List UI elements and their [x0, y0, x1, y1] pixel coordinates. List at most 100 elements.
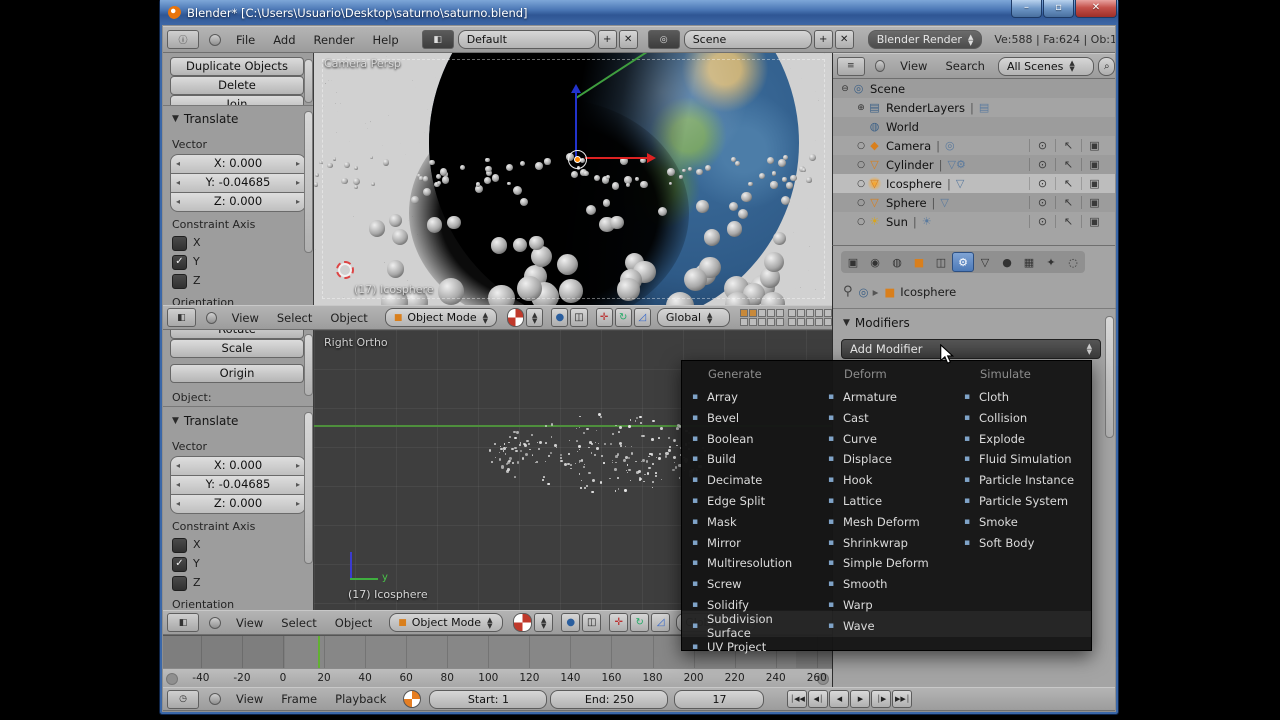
render-toggle-icon[interactable]: ▣	[1081, 215, 1107, 228]
constraint-axis-checkbox-x[interactable]	[172, 538, 187, 553]
layer-cell[interactable]	[824, 309, 833, 317]
expand-icon[interactable]: ⊖	[839, 84, 851, 94]
expand-icon[interactable]: ⊕	[855, 103, 867, 113]
render-toggle-icon[interactable]: ▣	[1081, 177, 1107, 190]
menu-item-simple-deform[interactable]: ▪ Simple Deform	[828, 553, 956, 573]
manipulator-z-arrowhead[interactable]	[571, 84, 581, 93]
visibility-eye-icon[interactable]: ⊙	[1029, 215, 1055, 228]
menu-item-curve[interactable]: ▪ Curve	[828, 429, 956, 449]
properties-tab-render[interactable]: ▣	[842, 252, 864, 272]
menu-item-boolean[interactable]: ▪ Boolean	[692, 429, 820, 449]
menu-frame[interactable]: Frame	[281, 692, 317, 706]
properties-tab-scene[interactable]: ◉	[864, 252, 886, 272]
editor-type-3dview-icon[interactable]: ◧	[167, 613, 199, 632]
manipulator-x-arrowhead[interactable]	[647, 153, 656, 163]
header-collapse-dot[interactable]	[209, 616, 221, 629]
menu-item-build[interactable]: ▪ Build	[692, 449, 820, 469]
layer-cell[interactable]	[758, 318, 767, 326]
menu-view[interactable]: View	[236, 616, 263, 630]
manipulator-scale-icon[interactable]: ◿	[633, 308, 651, 327]
add-scene-button[interactable]: +	[813, 30, 833, 49]
manipulator-translate-icon[interactable]: ✛	[609, 613, 629, 632]
editor-type-info-icon[interactable]: ⓘ	[167, 30, 199, 49]
header-collapse-dot[interactable]	[205, 311, 217, 324]
screen-layout-icon[interactable]: ◧	[421, 30, 454, 49]
menu-render[interactable]: Render	[314, 33, 355, 47]
selectability-arrow-icon[interactable]: ↖	[1055, 215, 1081, 228]
selectability-arrow-icon[interactable]: ↖	[1055, 196, 1081, 209]
screen-layout-selector[interactable]: Default	[457, 30, 596, 49]
properties-tab-world[interactable]: ◍	[886, 252, 908, 272]
delete-scene-button[interactable]: ✕	[834, 30, 854, 49]
menu-item-multiresolution[interactable]: ▪ Multiresolution	[692, 553, 820, 573]
constraint-axis-checkbox-z[interactable]	[172, 274, 187, 289]
shelf-scrollbar[interactable]	[304, 334, 313, 396]
header-collapse-dot[interactable]	[209, 693, 221, 705]
menu-item-smooth[interactable]: ▪ Smooth	[828, 574, 956, 594]
menu-file[interactable]: File	[236, 33, 255, 47]
increment-arrow-icon[interactable]: ▸	[296, 457, 300, 474]
layer-cell[interactable]	[815, 318, 824, 326]
origin-button[interactable]: Origin	[170, 364, 304, 383]
properties-tab-material[interactable]: ●	[996, 252, 1018, 272]
decrement-arrow-icon[interactable]: ◂	[176, 495, 180, 512]
manipulator-translate-icon[interactable]: ✛	[595, 308, 613, 327]
render-toggle-icon[interactable]: ▣	[1081, 158, 1107, 171]
layer-cell[interactable]	[767, 309, 776, 317]
layer-cell[interactable]	[758, 309, 767, 317]
selectability-arrow-icon[interactable]: ↖	[1055, 158, 1081, 171]
scene-selector[interactable]: Scene	[683, 30, 812, 49]
render-toggle-icon[interactable]: ▣	[1081, 139, 1107, 152]
auto-keyframe-record-button[interactable]	[403, 690, 422, 708]
decrement-arrow-icon[interactable]: ◂	[176, 193, 180, 210]
snap-target-icon[interactable]: ◫	[582, 613, 602, 632]
viewport-shading-icon[interactable]	[513, 613, 533, 632]
outliner-row-scene[interactable]: ⊖ ◎ Scene	[833, 79, 1115, 98]
menu-item-wave[interactable]: ▪ Wave	[828, 616, 956, 636]
menu-add[interactable]: Add	[273, 33, 295, 47]
selectability-arrow-icon[interactable]: ↖	[1055, 139, 1081, 152]
scene-icon[interactable]: ◎	[647, 30, 680, 49]
properties-tab-particles[interactable]: ✦	[1040, 252, 1062, 272]
expand-icon[interactable]: ○	[855, 198, 867, 208]
expand-icon[interactable]: ○	[855, 160, 867, 170]
layer-cell[interactable]	[776, 309, 785, 317]
properties-tab-data[interactable]: ▽	[974, 252, 996, 272]
menu-item-subdivision-surface[interactable]: ▪ Subdivision Surface	[692, 612, 820, 640]
menu-item-bevel[interactable]: ▪ Bevel	[692, 408, 820, 428]
vector-field-z[interactable]: ◂ Z: 0.000 ▸	[170, 494, 306, 514]
next-keyframe-button[interactable]: │▶	[871, 690, 892, 708]
manipulator-scale-icon[interactable]: ◿	[651, 613, 671, 632]
outliner-row-world[interactable]: ◍ World	[833, 117, 1115, 136]
menu-item-particle-system[interactable]: ▪ Particle System	[964, 491, 1092, 511]
menu-item-shrinkwrap[interactable]: ▪ Shrinkwrap	[828, 533, 956, 553]
layer-cell[interactable]	[740, 309, 749, 317]
play-button[interactable]: ▶	[850, 690, 871, 708]
shading-dropdown-arrows[interactable]: ▲ ▼	[526, 308, 544, 327]
play-reverse-button[interactable]: ◀	[829, 690, 850, 708]
rotate-button[interactable]: Rotate	[170, 330, 304, 339]
render-engine-selector[interactable]: Blender Render ▲ ▼	[867, 30, 983, 49]
menu-item-mask[interactable]: ▪ Mask	[692, 512, 820, 532]
menu-select[interactable]: Select	[277, 311, 312, 325]
outliner-row-camera[interactable]: ○ ◆ Camera | ◎ ⊙ ↖ ▣	[833, 136, 1115, 155]
properties-tab-object[interactable]: ■	[908, 252, 930, 272]
menu-item-cast[interactable]: ▪ Cast	[828, 408, 956, 428]
properties-tab-modifiers[interactable]: ⚙	[952, 252, 974, 272]
snap-element-icon[interactable]: ●	[561, 613, 581, 632]
layers-grid-right[interactable]	[788, 309, 833, 326]
frame-start-field[interactable]: Start: 1	[429, 689, 548, 709]
constraint-axis-checkbox-y[interactable]: ✓	[172, 557, 187, 572]
manipulator-rotate-icon[interactable]: ↻	[614, 308, 632, 327]
layer-cell[interactable]	[749, 309, 758, 317]
panel-scrollbar[interactable]	[304, 412, 313, 564]
menu-item-mesh-deform[interactable]: ▪ Mesh Deform	[828, 512, 956, 532]
layer-cell[interactable]	[788, 309, 797, 317]
decrement-arrow-icon[interactable]: ◂	[176, 476, 180, 493]
menu-item-warp[interactable]: ▪ Warp	[828, 595, 956, 615]
menu-item-edge-split[interactable]: ▪ Edge Split	[692, 491, 820, 511]
menu-item-mirror[interactable]: ▪ Mirror	[692, 533, 820, 553]
vector-field-x[interactable]: ◂ X: 0.000 ▸	[170, 154, 306, 174]
menu-item-displace[interactable]: ▪ Displace	[828, 449, 956, 469]
layer-cell[interactable]	[749, 318, 758, 326]
